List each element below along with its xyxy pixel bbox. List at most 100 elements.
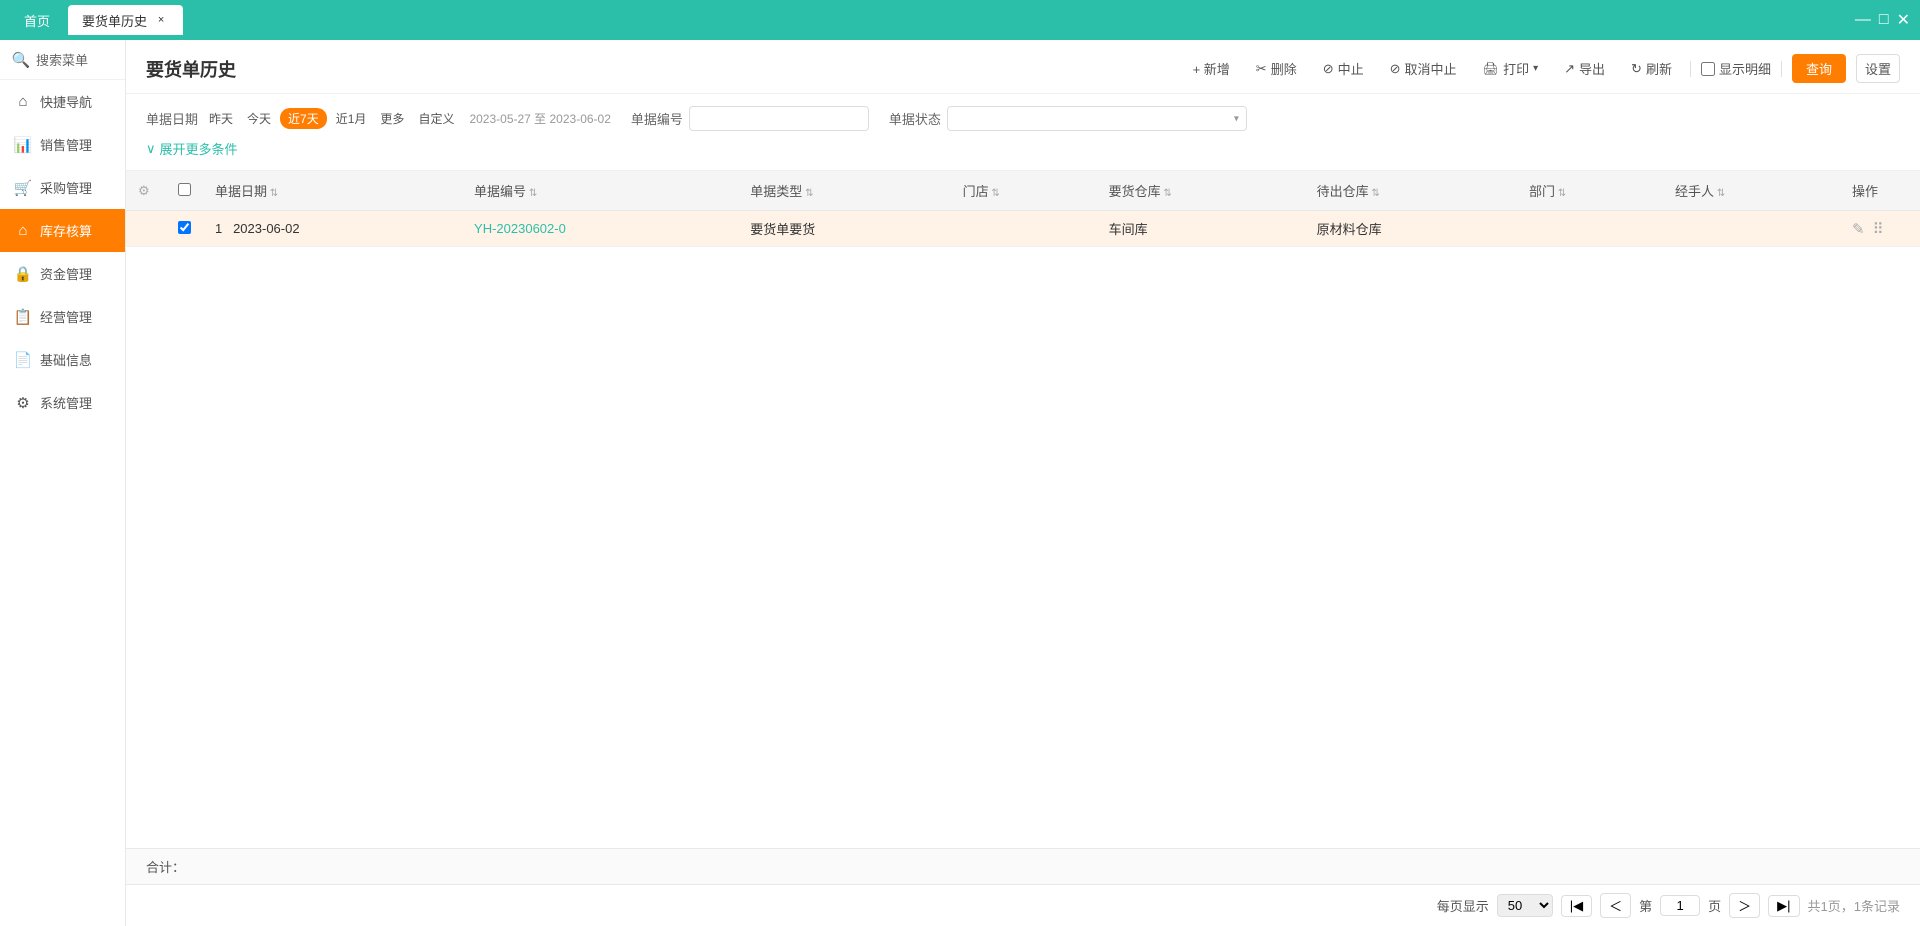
prev-page-button[interactable]: ＜ (1600, 893, 1631, 918)
expand-more-btn[interactable]: ∨ 展开更多条件 (146, 139, 1900, 158)
window-maximize-button[interactable]: □ (1879, 11, 1889, 29)
display-detail-toggle[interactable]: 显示明细 (1701, 59, 1771, 78)
date-range-display: 2023-05-27 至 2023-06-02 (469, 110, 610, 127)
toolbar-divider (1690, 61, 1691, 77)
column-settings-icon[interactable]: ⚙ (138, 183, 150, 198)
main-content: 要货单历史 + 新增 ✂ 删除 ⊘ 中止 ⊘ 取消中止 🖨 (126, 40, 1920, 926)
total-info: 共1页，1条记录 (1808, 896, 1900, 915)
summary-label: 合计： (146, 857, 185, 876)
sidebar-item-inventory-label: 库存核算 (40, 221, 92, 240)
table-body: 1 2023-06-02 YH-20230602-0 要货单要货 车间库 原材料… (126, 211, 1920, 247)
delete-icon: ✂ (1256, 61, 1267, 77)
print-chevron-icon: ▾ (1533, 63, 1538, 74)
sidebar-item-quick-nav[interactable]: ⌂ 快捷导航 (0, 80, 125, 123)
row-docno-link[interactable]: YH-20230602-0 (474, 221, 566, 236)
export-button[interactable]: ↗ 导出 (1556, 55, 1613, 82)
date-btn-yesterday[interactable]: 昨天 (204, 108, 238, 129)
refresh-icon: ↻ (1631, 61, 1642, 77)
sidebar-item-basic[interactable]: 📄 基础信息 (0, 338, 125, 381)
window-close-button[interactable]: ✕ (1897, 10, 1910, 30)
date-filter-group: 单据日期 昨天 今天 近7天 近1月 更多 自定义 2023-05-27 至 2… (146, 108, 611, 129)
print-button[interactable]: 🖨 打印 ▾ (1475, 55, 1547, 82)
window-controls: — □ ✕ (1855, 10, 1910, 30)
expand-chevron-icon: ∨ (146, 141, 156, 157)
sidebar-item-purchase[interactable]: 🛒 采购管理 (0, 166, 125, 209)
export-icon: ↗ (1564, 61, 1575, 77)
refresh-button[interactable]: ↻ 刷新 (1623, 55, 1680, 82)
settings-button[interactable]: 设置 (1856, 54, 1900, 83)
row-req-warehouse: 车间库 (1097, 211, 1305, 247)
sidebar-item-sales-label: 销售管理 (40, 135, 92, 154)
date-btn-more[interactable]: 更多 (375, 108, 409, 129)
date-btn-group: 昨天 今天 近7天 近1月 更多 自定义 (204, 108, 459, 129)
status-select[interactable] (947, 106, 1247, 131)
col-doctype[interactable]: 单据类型 (738, 171, 950, 211)
sidebar-item-finance-label: 资金管理 (40, 264, 92, 283)
action-icons-group: ✎ ⠿ (1852, 220, 1908, 238)
print-label: 打印 (1503, 59, 1529, 78)
sidebar-item-sales[interactable]: 📊 销售管理 (0, 123, 125, 166)
col-docno[interactable]: 单据编号 (462, 171, 738, 211)
purchase-icon: 🛒 (14, 179, 32, 197)
date-btn-1month[interactable]: 近1月 (331, 108, 372, 129)
col-department[interactable]: 部门 (1517, 171, 1663, 211)
delete-label: 删除 (1271, 59, 1297, 78)
date-btn-today[interactable]: 今天 (242, 108, 276, 129)
sidebar: 🔍 搜索菜单 ⌂ 快捷导航 📊 销售管理 🛒 采购管理 ⌂ 库存核算 🔒 资金管… (0, 40, 126, 926)
tab-active[interactable]: 要货单历史 × (68, 5, 183, 35)
row-doctype: 要货单要货 (738, 211, 950, 247)
sidebar-search[interactable]: 🔍 搜索菜单 (0, 40, 125, 80)
status-select-wrapper: ▾ (947, 106, 1247, 131)
toolbar: + 新增 ✂ 删除 ⊘ 中止 ⊘ 取消中止 🖨 打印 ▾ (1185, 54, 1900, 83)
sidebar-item-quick-nav-label: 快捷导航 (40, 92, 92, 111)
select-all-checkbox[interactable] (178, 183, 191, 196)
row-actions: ✎ ⠿ (1840, 211, 1920, 247)
docno-input[interactable] (689, 106, 869, 131)
sidebar-item-inventory[interactable]: ⌂ 库存核算 (0, 209, 125, 252)
more-actions-icon[interactable]: ⠿ (1873, 220, 1884, 238)
status-filter-group: 单据状态 ▾ (889, 106, 1247, 131)
sidebar-item-operation[interactable]: 📋 经营管理 (0, 295, 125, 338)
next-page-button[interactable]: ＞ (1729, 893, 1760, 918)
cancel-stop-icon: ⊘ (1390, 61, 1401, 77)
col-req-warehouse[interactable]: 要货仓库 (1097, 171, 1305, 211)
delete-button[interactable]: ✂ 删除 (1248, 55, 1305, 82)
date-filter-label: 单据日期 (146, 109, 198, 128)
date-btn-custom[interactable]: 自定义 (413, 108, 459, 129)
col-store[interactable]: 门店 (951, 171, 1097, 211)
new-button[interactable]: + 新增 (1185, 55, 1238, 82)
sidebar-item-operation-label: 经营管理 (40, 307, 92, 326)
tab-home[interactable]: 首页 (10, 5, 64, 35)
tab-home-label: 首页 (24, 11, 50, 30)
first-page-button[interactable]: |◀ (1561, 895, 1592, 917)
sidebar-item-system[interactable]: ⚙ 系统管理 (0, 381, 125, 424)
page-size-select[interactable]: 50 20 100 200 (1497, 894, 1553, 917)
row-checkbox[interactable] (178, 221, 191, 234)
edit-icon[interactable]: ✎ (1852, 220, 1865, 238)
sidebar-search-label: 搜索菜单 (36, 50, 88, 69)
filter-bar: 单据日期 昨天 今天 近7天 近1月 更多 自定义 2023-05-27 至 2… (126, 94, 1920, 171)
page-number-input[interactable] (1660, 895, 1700, 916)
display-detail-label: 显示明细 (1719, 59, 1771, 78)
docno-label: 单据编号 (631, 109, 683, 128)
row-date: 1 2023-06-02 (203, 211, 462, 247)
basic-icon: 📄 (14, 351, 32, 369)
window-minimize-button[interactable]: — (1855, 11, 1871, 29)
last-page-button[interactable]: ▶| (1768, 895, 1799, 917)
tab-close-icon[interactable]: × (153, 12, 169, 28)
docno-filter-group: 单据编号 (631, 106, 869, 131)
cancel-stop-button[interactable]: ⊘ 取消中止 (1382, 55, 1465, 82)
col-date[interactable]: 单据日期 (203, 171, 462, 211)
query-button[interactable]: 查询 (1792, 54, 1846, 83)
display-detail-checkbox[interactable] (1701, 62, 1715, 76)
row-handler (1663, 211, 1840, 247)
print-icon: 🖨 (1483, 61, 1500, 77)
sidebar-item-finance[interactable]: 🔒 资金管理 (0, 252, 125, 295)
inventory-icon: ⌂ (14, 222, 32, 240)
date-btn-7days[interactable]: 近7天 (280, 108, 327, 129)
table-wrapper: ⚙ 单据日期 单据编号 单据类型 门店 要货仓库 待出仓库 部门 经手人 操 (126, 171, 1920, 848)
col-handler[interactable]: 经手人 (1663, 171, 1840, 211)
col-pending-warehouse[interactable]: 待出仓库 (1305, 171, 1517, 211)
stop-button[interactable]: ⊘ 中止 (1315, 55, 1372, 82)
row-settings-cell (126, 211, 166, 247)
